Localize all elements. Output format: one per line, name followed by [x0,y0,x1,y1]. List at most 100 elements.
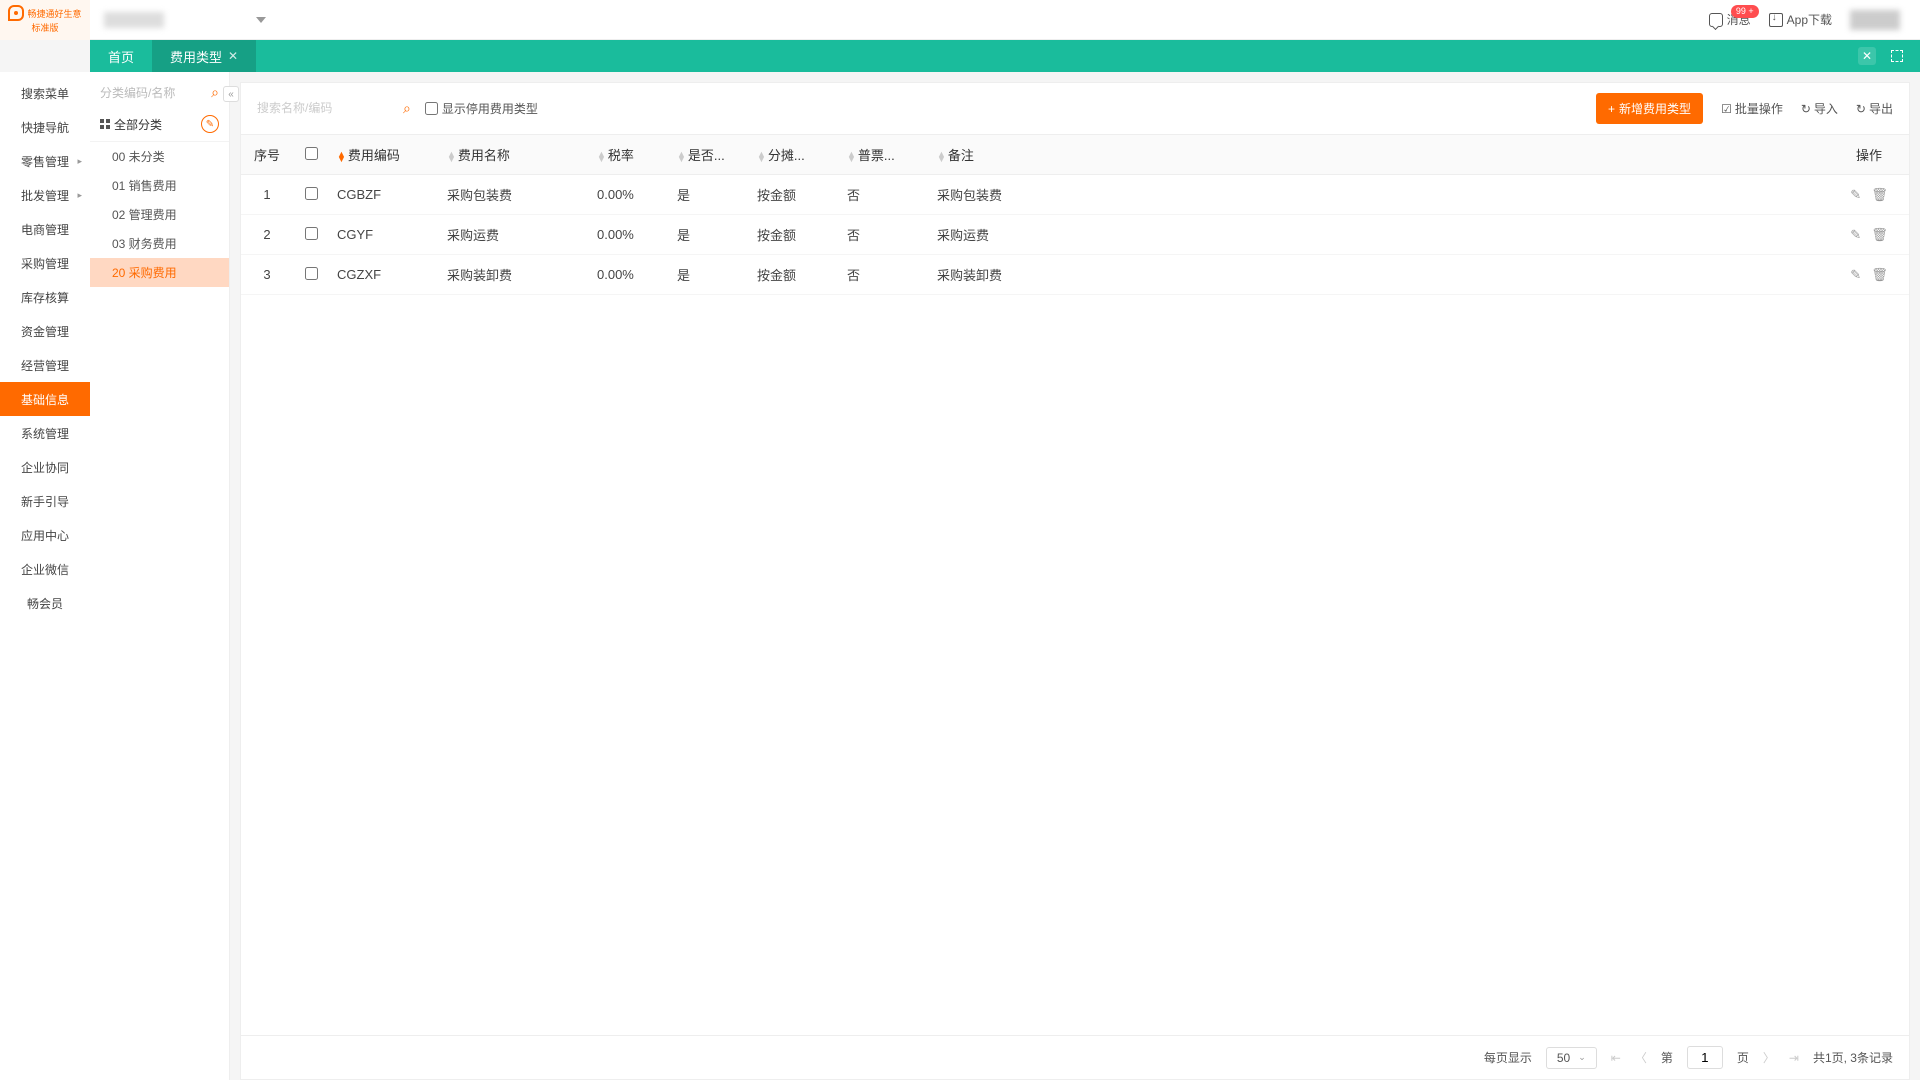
per-page-label: 每页显示 [1484,1049,1532,1066]
sidebar-item[interactable]: 快捷导航 [0,110,90,144]
cell-ops: ✎🗑 [1829,255,1909,295]
tab-close-icon[interactable]: ✕ [228,49,238,63]
page-size-select[interactable]: 50 ⌄ [1546,1047,1597,1069]
expand-icon [1891,50,1903,62]
avatar-blur [1850,10,1900,30]
page-input[interactable] [1687,1046,1723,1069]
cell-join: 是 [669,175,749,215]
sidebar-item[interactable]: 资金管理 [0,314,90,348]
table-header-row: 序号 ▲▼费用编码 ▲▼费用名称 ▲▼税率 ▲▼是否... ▲▼分摊... ▲▼… [241,135,1909,175]
search-icon[interactable]: ⌕ [211,84,219,101]
th-share[interactable]: ▲▼分摊... [749,135,839,175]
app-download-link[interactable]: App下载 [1769,11,1832,28]
messages-link[interactable]: 消息 99 + [1709,11,1751,28]
th-rate[interactable]: ▲▼税率 [589,135,669,175]
search-icon[interactable]: ⌕ [403,100,411,117]
category-item[interactable]: 02 管理费用 [90,200,229,229]
tab-bar-actions: ✕ [1858,40,1920,72]
sidebar-item[interactable]: 应用中心 [0,518,90,552]
category-item[interactable]: 20 采购费用 [90,258,229,287]
sort-icon: ▲▼ [447,152,456,162]
delete-row-button[interactable]: 🗑 [1871,227,1888,243]
th-code[interactable]: ▲▼费用编码 [329,135,439,175]
sidebar-item[interactable]: 搜索菜单 [0,76,90,110]
cell-check [293,255,329,295]
th-name[interactable]: ▲▼费用名称 [439,135,589,175]
delete-row-button[interactable]: 🗑 [1871,187,1888,203]
cell-rate: 0.00% [589,175,669,215]
add-expense-type-button[interactable]: + 新增费用类型 [1596,93,1703,124]
row-checkbox[interactable] [305,187,318,200]
row-checkbox[interactable] [305,267,318,280]
cell-name: 采购装卸费 [439,255,589,295]
th-remark[interactable]: ▲▼备注 [929,135,1829,175]
category-item[interactable]: 03 财务费用 [90,229,229,258]
category-item[interactable]: 01 销售费用 [90,171,229,200]
batch-label: 批量操作 [1735,100,1783,117]
next-page-button[interactable]: 〉 [1763,1049,1775,1066]
sidebar-item[interactable]: 企业协同 [0,450,90,484]
export-button[interactable]: ↻导出 [1856,100,1893,117]
cell-share: 按金额 [749,255,839,295]
cell-name: 采购包装费 [439,175,589,215]
import-button[interactable]: ↻导入 [1801,100,1838,117]
th-ops: 操作 [1829,135,1909,175]
sidebar-item[interactable]: 系统管理 [0,416,90,450]
th-join[interactable]: ▲▼是否... [669,135,749,175]
sidebar-item[interactable]: 零售管理 [0,144,90,178]
edit-row-button[interactable]: ✎ [1850,227,1861,243]
first-page-button[interactable]: ⇤ [1611,1051,1621,1065]
sidebar-item[interactable]: 电商管理 [0,212,90,246]
cell-name: 采购运费 [439,215,589,255]
sidebar-item[interactable]: 库存核算 [0,280,90,314]
show-disabled-checkbox[interactable] [425,102,438,115]
delete-row-button[interactable]: 🗑 [1871,267,1888,283]
sidebar-item[interactable]: 企业微信 [0,552,90,586]
sidebar-item[interactable]: 畅会员 [0,586,90,620]
export-label: 导出 [1869,100,1893,117]
cell-rate: 0.00% [589,215,669,255]
batch-ops-button[interactable]: ☑批量操作 [1721,100,1783,117]
category-search: ⌕ [90,78,229,107]
logo-area[interactable]: 畅捷通好生意 标准版 [0,0,90,40]
cell-code: CGBZF [329,175,439,215]
category-all-button[interactable]: 全部分类 ✎ [90,107,229,142]
row-checkbox[interactable] [305,227,318,240]
category-search-input[interactable] [100,86,211,100]
close-all-tabs-button[interactable]: ✕ [1858,47,1876,65]
tab-home[interactable]: 首页 [90,40,152,72]
th-ticket[interactable]: ▲▼普票... [839,135,929,175]
edit-category-button[interactable]: ✎ [201,115,219,133]
tab-bar: 首页 费用类型 ✕ ✕ [90,40,1920,72]
search-input[interactable] [257,101,407,116]
sidebar-item[interactable]: 新手引导 [0,484,90,518]
show-disabled-toggle[interactable]: 显示停用费用类型 [425,100,538,117]
edit-row-button[interactable]: ✎ [1850,187,1861,203]
import-label: 导入 [1814,100,1838,117]
category-item[interactable]: 00 未分类 [90,142,229,171]
edit-row-button[interactable]: ✎ [1850,267,1861,283]
th-check-all[interactable] [293,135,329,175]
sidebar-item[interactable]: 经营管理 [0,348,90,382]
sidebar-item[interactable]: 批发管理 [0,178,90,212]
cell-ops: ✎🗑 [1829,215,1909,255]
collapse-panel-button[interactable]: « [223,86,239,102]
check-all-checkbox[interactable] [305,147,318,160]
fullscreen-button[interactable] [1888,47,1906,65]
sidebar-item[interactable]: 采购管理 [0,246,90,280]
page-size-value: 50 [1557,1051,1570,1065]
cell-remark: 采购装卸费 [929,255,1829,295]
page-label-pre: 第 [1661,1049,1673,1066]
cell-join: 是 [669,215,749,255]
last-page-button[interactable]: ⇥ [1789,1051,1799,1065]
tab-expense-type[interactable]: 费用类型 ✕ [152,40,256,72]
sidebar-item[interactable]: 基础信息 [0,382,90,416]
th-ops-label: 操作 [1856,148,1882,163]
prev-page-button[interactable]: 〈 [1635,1049,1647,1066]
th-seq[interactable]: 序号 [241,135,293,175]
tab-expense-type-label: 费用类型 [170,47,222,66]
page-summary: 共1页, 3条记录 [1813,1049,1893,1066]
cell-seq: 1 [241,175,293,215]
org-selector[interactable] [90,0,280,40]
user-avatar[interactable] [1850,10,1900,30]
